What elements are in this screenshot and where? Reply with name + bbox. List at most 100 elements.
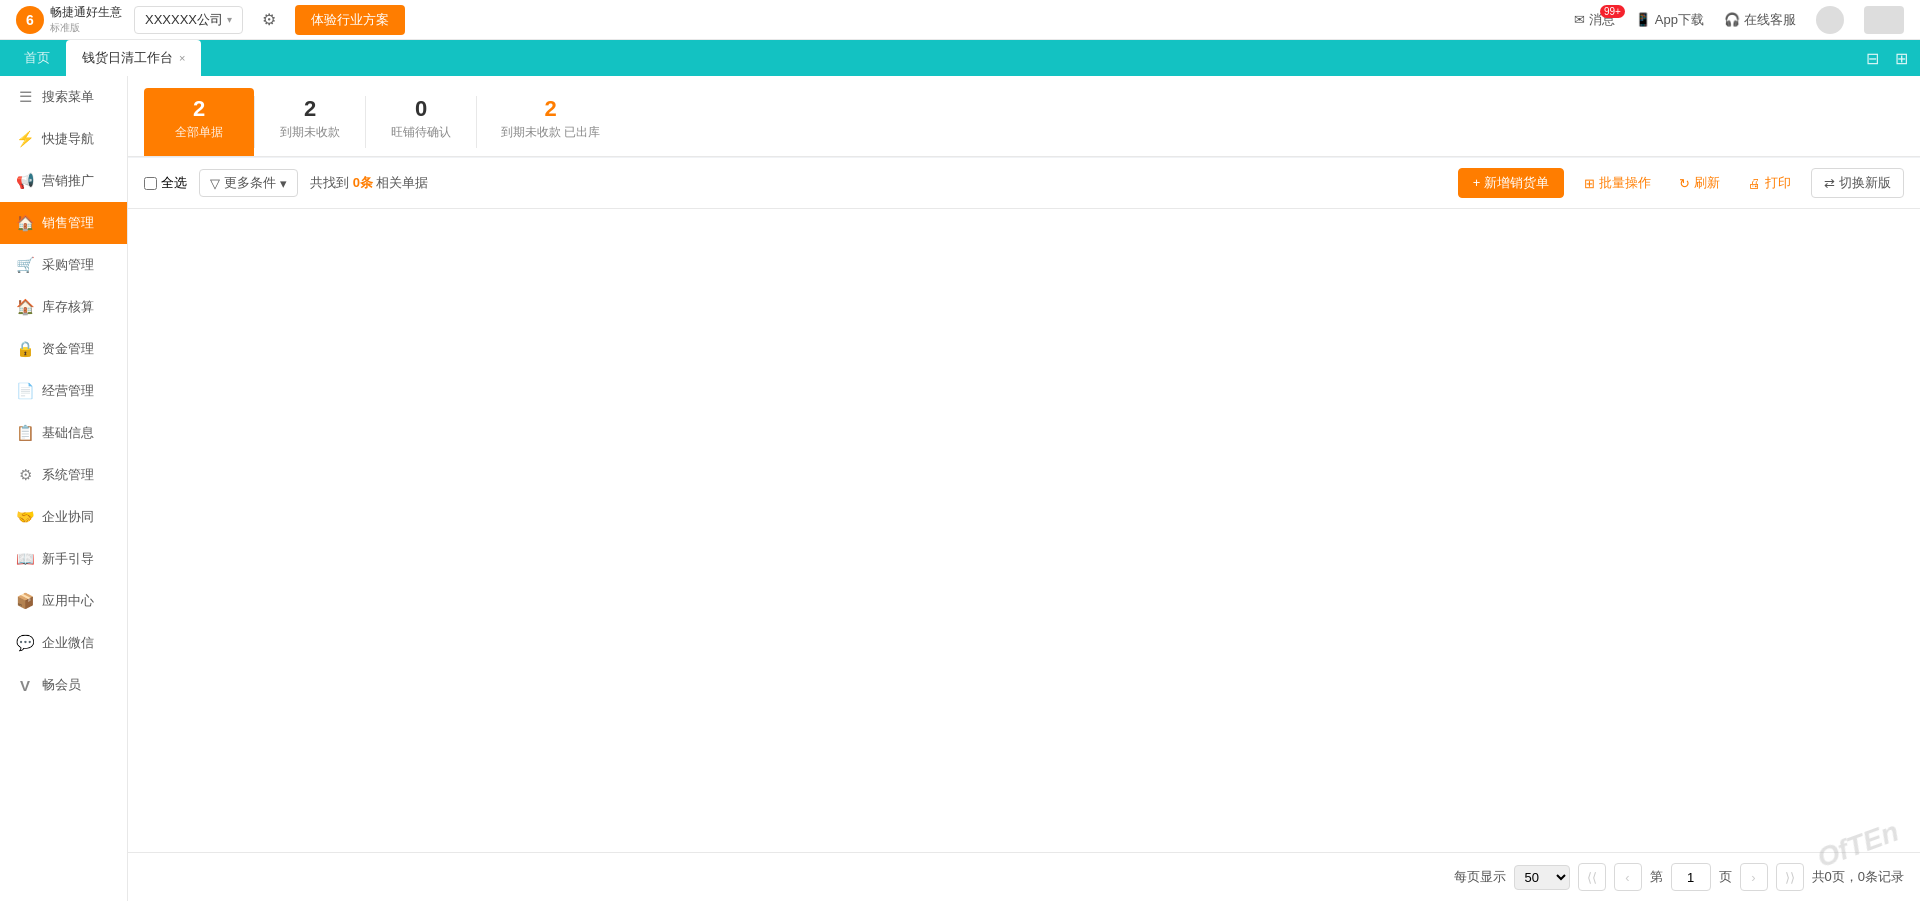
sidebar-item-quick-nav[interactable]: ⚡ 快捷导航: [0, 118, 127, 160]
toolbar: 全选 ▽ 更多条件 ▾ 共找到 0条 相关单据 + 新增销货单 ⊞ 批量操作: [128, 158, 1920, 209]
last-page-button[interactable]: ⟩⟩: [1776, 863, 1804, 891]
app-download-button[interactable]: 📱 App下载: [1635, 11, 1704, 29]
sidebar-item-finance[interactable]: 🔒 资金管理: [0, 328, 127, 370]
sidebar-item-purchase[interactable]: 🛒 采购管理: [0, 244, 127, 286]
tab-home[interactable]: 首页: [8, 40, 66, 76]
message-badge: 99+: [1600, 5, 1625, 18]
print-button[interactable]: 🖨 打印: [1740, 170, 1799, 196]
total-records: 共0页，0条记录: [1812, 868, 1904, 886]
service-icon: 🎧: [1724, 12, 1740, 27]
user-name: [1864, 6, 1904, 34]
prev-page-button[interactable]: ‹: [1614, 863, 1642, 891]
sidebar-item-operations[interactable]: 📄 经营管理: [0, 370, 127, 412]
toolbar-right: + 新增销货单 ⊞ 批量操作 ↻ 刷新 🖨 打印 ⇄ 切换新版: [1458, 168, 1904, 198]
basic-info-icon: 📋: [16, 424, 34, 442]
quick-nav-icon: ⚡: [16, 130, 34, 148]
next-page-button[interactable]: ›: [1740, 863, 1768, 891]
avatar[interactable]: [1816, 6, 1844, 34]
chevron-down-icon: ▾: [280, 176, 287, 191]
tab-collapse-icon[interactable]: ⊟: [1862, 45, 1883, 72]
logo-text: 畅捷通好生意 标准版: [50, 5, 122, 34]
batch-operation-button[interactable]: ⊞ 批量操作: [1576, 170, 1659, 196]
logo-area: 6 畅捷通好生意 标准版: [16, 5, 122, 34]
guide-icon: 📖: [16, 550, 34, 568]
stat-tab-pending[interactable]: 0 旺铺待确认: [366, 88, 476, 156]
stat-all-label: 全部单据: [168, 124, 230, 141]
filter-icon: ▽: [210, 176, 220, 191]
per-page-label: 每页显示: [1454, 868, 1506, 886]
add-sale-order-button[interactable]: + 新增销货单: [1458, 168, 1564, 198]
sidebar-item-basic-info[interactable]: 📋 基础信息: [0, 412, 127, 454]
sidebar-item-member[interactable]: V 畅会员: [0, 664, 127, 706]
sidebar-item-app-center[interactable]: 📦 应用中心: [0, 580, 127, 622]
switch-version-button[interactable]: ⇄ 切换新版: [1811, 168, 1904, 198]
system-icon: ⚙: [16, 466, 34, 484]
experience-button[interactable]: 体验行业方案: [295, 5, 405, 35]
stat-pending-count: 0: [390, 96, 452, 122]
tab-expand-icon[interactable]: ⊞: [1891, 45, 1912, 72]
company-selector[interactable]: XXXXXX公司 ▾: [134, 6, 243, 34]
finance-icon: 🔒: [16, 340, 34, 358]
page-input[interactable]: [1671, 863, 1711, 891]
sidebar-item-marketing[interactable]: 📢 营销推广: [0, 160, 127, 202]
header-left: 6 畅捷通好生意 标准版 XXXXXX公司 ▾ ⚙ 体验行业方案: [16, 5, 405, 35]
stats-tabs: 2 全部单据 2 到期未收款 0 旺铺待确认 2 到期未收款 已出库: [128, 76, 1920, 157]
sidebar-item-search-menu[interactable]: ☰ 搜索菜单: [0, 76, 127, 118]
switch-icon: ⇄: [1824, 176, 1835, 191]
stat-tab-unshipped[interactable]: 2 到期未收款 已出库: [477, 88, 624, 156]
page-label: 第: [1650, 868, 1663, 886]
sidebar-item-sales[interactable]: 🏠 销售管理: [0, 202, 127, 244]
sidebar-item-system[interactable]: ⚙ 系统管理: [0, 454, 127, 496]
sidebar-item-inventory[interactable]: 🏠 库存核算: [0, 286, 127, 328]
sidebar: ☰ 搜索菜单 ⚡ 快捷导航 📢 营销推广 🏠 销售管理 🛒 采购管理 🏠 库存核…: [0, 76, 128, 901]
stat-pending-label: 旺铺待确认: [390, 124, 452, 141]
sidebar-item-cooperation[interactable]: 🤝 企业协同: [0, 496, 127, 538]
found-count: 0条: [353, 175, 373, 190]
stat-overdue-label: 到期未收款: [279, 124, 341, 141]
chevron-down-icon: ▾: [227, 14, 232, 25]
app-center-icon: 📦: [16, 592, 34, 610]
refresh-icon: ↻: [1679, 176, 1690, 191]
search-menu-icon: ☰: [16, 88, 34, 106]
tab-close-icon[interactable]: ×: [179, 52, 185, 64]
sidebar-item-guide[interactable]: 📖 新手引导: [0, 538, 127, 580]
stat-all-count: 2: [168, 96, 230, 122]
main-layout: ☰ 搜索菜单 ⚡ 快捷导航 📢 营销推广 🏠 销售管理 🛒 采购管理 🏠 库存核…: [0, 76, 1920, 901]
first-page-button[interactable]: ⟨⟨: [1578, 863, 1606, 891]
tab-qianhuoricqing[interactable]: 钱货日清工作台 ×: [66, 40, 201, 76]
operations-icon: 📄: [16, 382, 34, 400]
filter-button[interactable]: ▽ 更多条件 ▾: [199, 169, 298, 197]
nav-tabs-right: ⊟ ⊞: [1862, 45, 1912, 72]
cooperation-icon: 🤝: [16, 508, 34, 526]
sales-icon: 🏠: [16, 214, 34, 232]
content-area: 2 全部单据 2 到期未收款 0 旺铺待确认 2 到期未收款 已出库: [128, 76, 1920, 901]
online-service-button[interactable]: 🎧 在线客服: [1724, 11, 1796, 29]
stat-unshipped-label: 到期未收款 已出库: [501, 124, 600, 141]
logo-icon: 6: [16, 6, 44, 34]
message-icon: ✉: [1574, 12, 1585, 27]
found-text: 共找到 0条 相关单据: [310, 174, 428, 192]
settings-button[interactable]: ⚙: [255, 6, 283, 34]
inventory-icon: 🏠: [16, 298, 34, 316]
nav-tabs: 首页 钱货日清工作台 × ⊟ ⊞: [0, 40, 1920, 76]
toolbar-left: 全选 ▽ 更多条件 ▾ 共找到 0条 相关单据: [144, 169, 428, 197]
pagination: 每页显示 10 20 50 100 ⟨⟨ ‹ 第 页 › ⟩⟩ 共0页，0条记录: [128, 852, 1920, 901]
wechat-icon: 💬: [16, 634, 34, 652]
header-right: ✉ 消息 99+ 📱 App下载 🎧 在线客服: [1574, 6, 1904, 34]
sidebar-item-wechat[interactable]: 💬 企业微信: [0, 622, 127, 664]
page-suffix: 页: [1719, 868, 1732, 886]
purchase-icon: 🛒: [16, 256, 34, 274]
stat-unshipped-count: 2: [501, 96, 600, 122]
top-header: 6 畅捷通好生意 标准版 XXXXXX公司 ▾ ⚙ 体验行业方案 ✉ 消息 99…: [0, 0, 1920, 40]
table-area: [128, 209, 1920, 852]
per-page-select[interactable]: 10 20 50 100: [1514, 865, 1570, 890]
stat-tab-all[interactable]: 2 全部单据: [144, 88, 254, 156]
message-button[interactable]: ✉ 消息 99+: [1574, 11, 1615, 29]
select-all-input[interactable]: [144, 177, 157, 190]
stat-overdue-count: 2: [279, 96, 341, 122]
stat-tab-overdue-unpaid[interactable]: 2 到期未收款: [255, 88, 365, 156]
select-all-checkbox[interactable]: 全选: [144, 174, 187, 192]
refresh-button[interactable]: ↻ 刷新: [1671, 170, 1728, 196]
member-icon: V: [16, 677, 34, 694]
batch-icon: ⊞: [1584, 176, 1595, 191]
